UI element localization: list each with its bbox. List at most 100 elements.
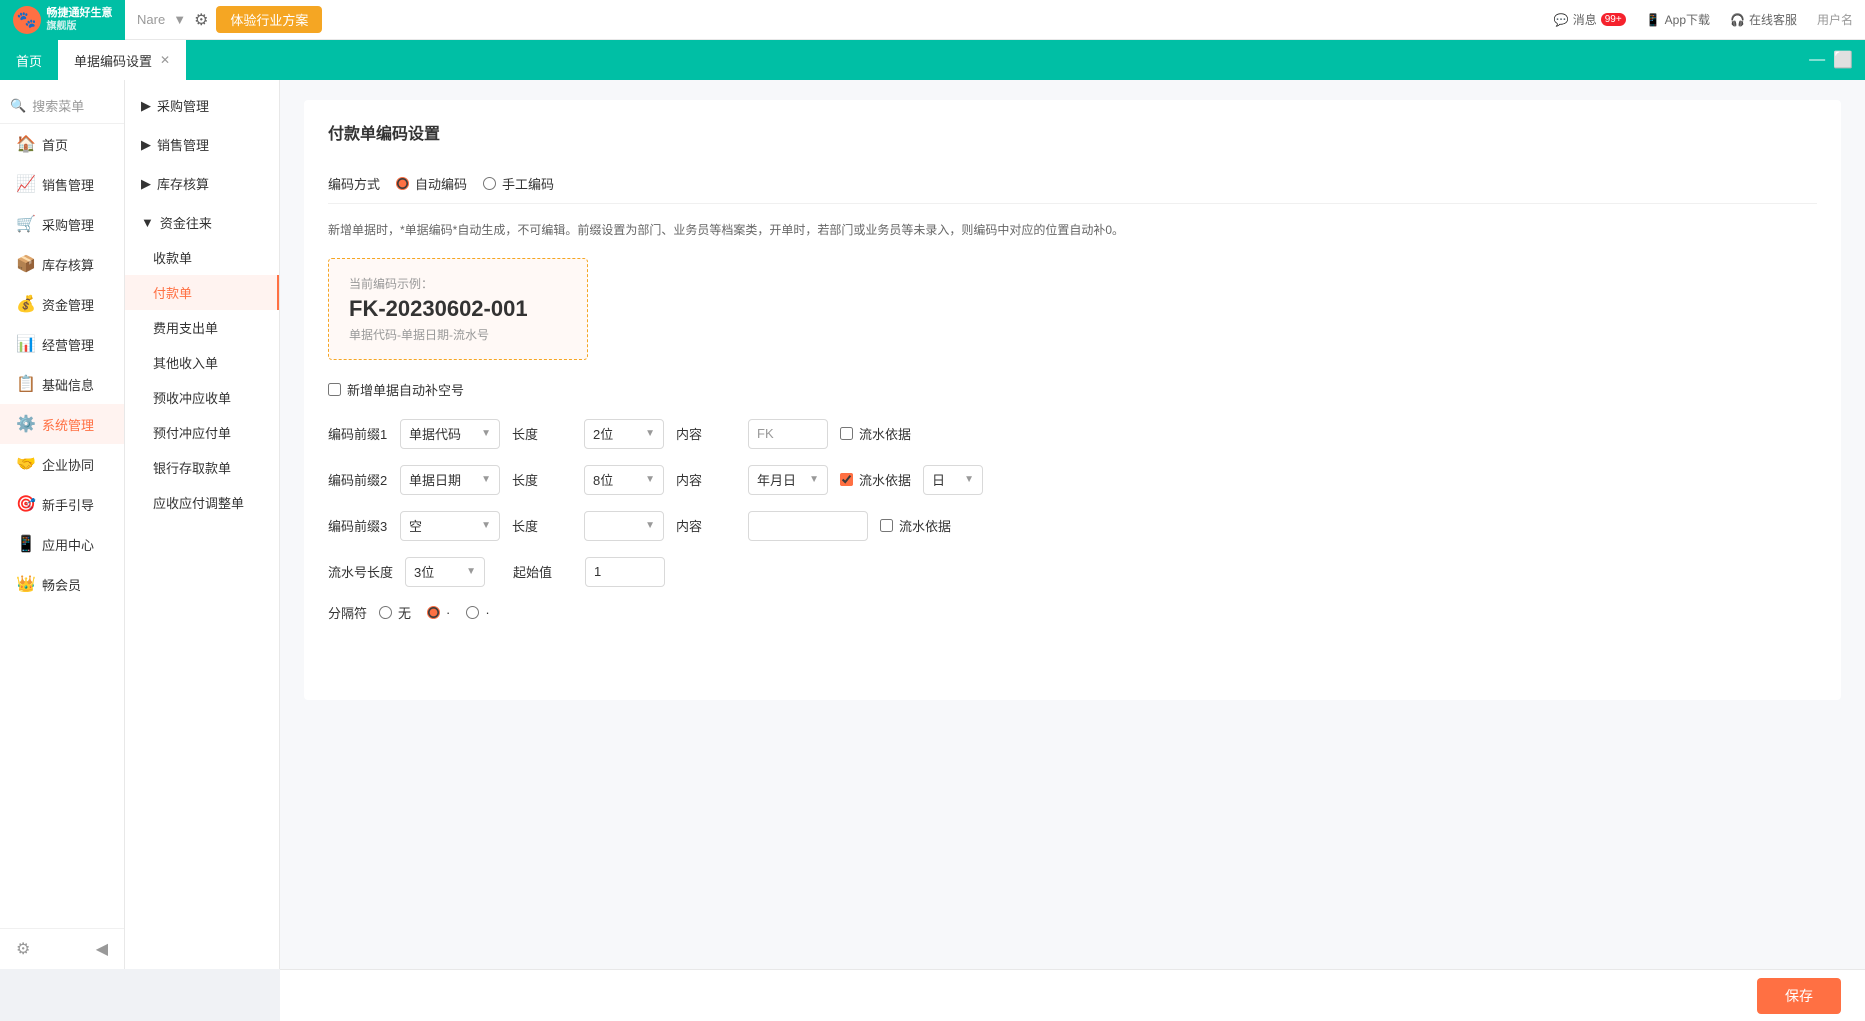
mid-menu-purchase-header[interactable]: ▶ 采购管理	[125, 88, 279, 123]
sidebar-item-operations[interactable]: 📊 经营管理	[0, 324, 124, 364]
sidebar-item-inventory[interactable]: 📦 库存核算	[0, 244, 124, 284]
mid-menu-item-other-income[interactable]: 其他收入单	[125, 345, 279, 380]
dropdown-arrow[interactable]: ▼	[173, 12, 186, 27]
flow3-checkbox[interactable]	[880, 519, 893, 532]
left-sidebar: 🔍 搜索菜单 🏠 首页 📈 销售管理 🛒 采购管理 📦 库存核算 💰	[0, 80, 125, 969]
length3-select[interactable]: ▼	[584, 511, 664, 541]
sidebar-item-guide[interactable]: 🎯 新手引导	[0, 484, 124, 524]
flow2-checkbox-label[interactable]: 流水依据	[840, 470, 911, 489]
auto-encode-input[interactable]	[396, 177, 409, 190]
prefix3-select[interactable]: 空 ▼	[400, 511, 500, 541]
separator-dot-label: ·	[446, 605, 450, 620]
bottom-bar: 保存	[280, 969, 1865, 1021]
tab-encoding-settings[interactable]: 单据编码设置 ✕	[58, 40, 186, 80]
content3-label: 内容	[676, 516, 736, 535]
prefix2-select[interactable]: 单据日期 ▼	[400, 465, 500, 495]
mid-menu-inventory-header[interactable]: ▶ 库存核算	[125, 166, 279, 201]
sidebar-item-label: 采购管理	[42, 215, 94, 234]
collapse-icon[interactable]: ◀	[96, 939, 108, 959]
auto-fill-checkbox[interactable]	[328, 383, 341, 396]
mid-menu-sales-label: 销售管理	[157, 135, 209, 154]
settings-icon[interactable]: ⚙	[16, 939, 30, 959]
sidebar-item-member[interactable]: 👑 畅会员	[0, 564, 124, 604]
search-icon: 🔍	[10, 98, 26, 114]
separator-none-radio[interactable]: 无	[379, 603, 411, 622]
window-maximize-icon[interactable]: ⬜	[1833, 50, 1853, 70]
sidebar-item-finance[interactable]: 💰 资金管理	[0, 284, 124, 324]
manual-encode-input[interactable]	[483, 177, 496, 190]
mid-menu-sales-header[interactable]: ▶ 销售管理	[125, 127, 279, 162]
sidebar-item-sales[interactable]: 📈 销售管理	[0, 164, 124, 204]
length1-select[interactable]: 2位 ▼	[584, 419, 664, 449]
sidebar-item-label: 经营管理	[42, 335, 94, 354]
sidebar-item-enterprise[interactable]: 🤝 企业协同	[0, 444, 124, 484]
prefix3-label: 编码前缀3	[328, 516, 388, 535]
sidebar-item-home[interactable]: 🏠 首页	[0, 124, 124, 164]
length2-select[interactable]: 8位 ▼	[584, 465, 664, 495]
mid-menu-capital-header[interactable]: ▼ 资金往来	[125, 205, 279, 240]
mid-menu-item-receipt[interactable]: 收款单	[125, 240, 279, 275]
mid-menu-item-expense[interactable]: 费用支出单	[125, 310, 279, 345]
tab-home[interactable]: 首页	[0, 40, 58, 80]
content1-value: FK	[757, 426, 774, 441]
app-download[interactable]: 📱 App下载	[1646, 11, 1710, 28]
auto-encode-radio[interactable]: 自动编码	[396, 174, 467, 193]
serial-select[interactable]: 3位 ▼	[405, 557, 485, 587]
content1-label: 内容	[676, 424, 736, 443]
prefix3-dropdown-icon: ▼	[481, 520, 491, 531]
purchase-icon: 🛒	[16, 214, 34, 234]
save-button[interactable]: 保存	[1757, 978, 1841, 1014]
online-service[interactable]: 🎧 在线客服	[1730, 11, 1797, 28]
separator-none-input[interactable]	[379, 606, 392, 619]
user-area[interactable]: 用户名	[1817, 11, 1853, 28]
length2-value: 8位	[593, 470, 613, 489]
gear-icon[interactable]: ⚙	[194, 10, 208, 30]
tab-close-icon[interactable]: ✕	[160, 53, 170, 67]
mid-menu: ▶ 采购管理 ▶ 销售管理 ▶ 库存核算 ▼ 资金往来	[125, 80, 280, 969]
prefix3-value: 空	[409, 516, 422, 535]
sidebar-item-label: 企业协同	[42, 455, 94, 474]
sidebar-search[interactable]: 🔍 搜索菜单	[0, 88, 124, 124]
flow1-checkbox[interactable]	[840, 427, 853, 440]
sidebar-item-basic-info[interactable]: 📋 基础信息	[0, 364, 124, 404]
content1-input[interactable]: FK	[748, 419, 828, 449]
try-industry-button[interactable]: 体验行业方案	[216, 6, 322, 33]
window-minimize-icon[interactable]: —	[1809, 51, 1825, 69]
sidebar-item-label: 资金管理	[42, 295, 94, 314]
mid-menu-item-prepaid-offset[interactable]: 预付冲应付单	[125, 415, 279, 450]
auto-fill-label: 新增单据自动补空号	[347, 380, 464, 399]
prefix1-select[interactable]: 单据代码 ▼	[400, 419, 500, 449]
expense-label: 费用支出单	[153, 321, 218, 336]
separator-dash-radio[interactable]: ·	[466, 605, 489, 620]
flow2-unit-select[interactable]: 日 ▼	[923, 465, 983, 495]
start-input[interactable]: 1	[585, 557, 665, 587]
mid-menu-item-bank[interactable]: 银行存取款单	[125, 450, 279, 485]
separator-dash-input[interactable]	[466, 606, 479, 619]
content2-select[interactable]: 年月日 ▼	[748, 465, 828, 495]
length1-label: 长度	[512, 424, 572, 443]
settings-card: 付款单编码设置 编码方式 自动编码 手工编码	[304, 100, 1841, 700]
sidebar-item-purchase[interactable]: 🛒 采购管理	[0, 204, 124, 244]
separator-dot-radio[interactable]: ·	[427, 605, 450, 620]
mid-menu-item-payment[interactable]: 付款单	[125, 275, 279, 310]
separator-dot-input[interactable]	[427, 606, 440, 619]
sidebar-item-system[interactable]: ⚙️ 系统管理	[0, 404, 124, 444]
sidebar-item-apps[interactable]: 📱 应用中心	[0, 524, 124, 564]
manual-encode-radio[interactable]: 手工编码	[483, 174, 554, 193]
arrow-right-icon: ▶	[141, 98, 151, 114]
arrow-right-icon: ▶	[141, 137, 151, 153]
content2-value: 年月日	[757, 470, 796, 489]
adjustment-label: 应收应付调整单	[153, 496, 244, 511]
flow1-checkbox-label[interactable]: 流水依据	[840, 424, 911, 443]
mid-menu-item-prepay-offset[interactable]: 预收冲应收单	[125, 380, 279, 415]
serial-label: 流水号长度	[328, 562, 393, 581]
auto-fill-checkbox-label[interactable]: 新增单据自动补空号	[328, 380, 464, 399]
mid-menu-item-adjustment[interactable]: 应收应付调整单	[125, 485, 279, 520]
auto-fill-row: 新增单据自动补空号	[328, 380, 1817, 399]
message-area[interactable]: 💬 消息 99+	[1554, 11, 1626, 28]
content3-input[interactable]	[748, 511, 868, 541]
flow2-checkbox[interactable]	[840, 473, 853, 486]
flow3-checkbox-label[interactable]: 流水依据	[880, 516, 951, 535]
prefix2-value: 单据日期	[409, 470, 461, 489]
operations-icon: 📊	[16, 334, 34, 354]
